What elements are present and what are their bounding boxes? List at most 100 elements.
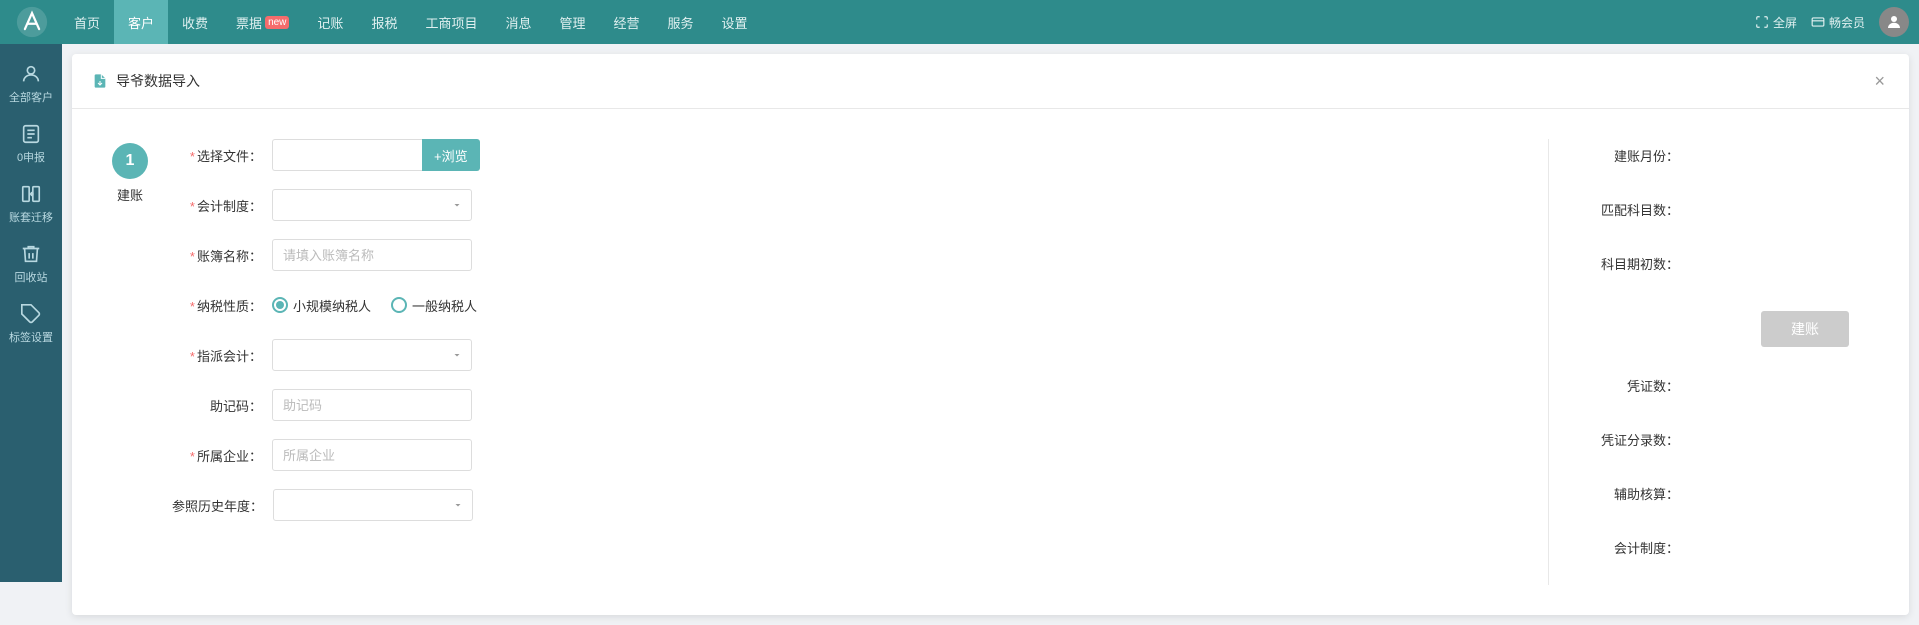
logo[interactable] (10, 0, 54, 44)
sidebar-label-all-clients: 全部客户 (9, 89, 53, 105)
ledger-name-input[interactable] (272, 239, 472, 271)
voucher-entries-label: 凭证分录数： (1589, 430, 1679, 449)
step-label: 建账 (117, 185, 143, 204)
sidebar-item-migrate[interactable]: 账套迁移 (0, 174, 62, 234)
sidebar-item-tags[interactable]: 标签设置 (0, 294, 62, 354)
match-subjects-label: 匹配科目数： (1589, 200, 1679, 219)
nav-right: 全屏 畅会员 (1755, 7, 1909, 37)
radio-small-scale[interactable]: 小规模纳税人 (272, 296, 371, 315)
nav-fees[interactable]: 收费 (168, 0, 222, 44)
accounting-system-info-row: 会计制度： (1589, 531, 1869, 563)
sidebar-label-trash: 回收站 (15, 269, 48, 285)
sidebar-item-zero-declaration[interactable]: 0申报 (0, 114, 62, 174)
dialog-title: 导爷数据导入 (92, 71, 200, 91)
build-month-label: 建账月份： (1589, 146, 1679, 165)
nav-operations[interactable]: 经营 (600, 0, 654, 44)
file-input-group: +浏览 (272, 139, 480, 171)
memo-code-row: 助记码： (172, 389, 1508, 421)
file-text-input[interactable] (272, 139, 422, 171)
info-section: 建账月份： 匹配科目数： 科目期初数： 建账 凭证数： (1589, 139, 1869, 585)
radio-general[interactable]: 一般纳税人 (391, 296, 477, 315)
dialog-title-text: 导爷数据导入 (116, 71, 200, 91)
nav-tax[interactable]: 报税 (357, 0, 411, 44)
accounting-system-info-label: 会计制度： (1589, 538, 1679, 557)
dialog-body: 1 建账 *选择文件： +浏览 (72, 109, 1909, 615)
required-star-ledger: * (190, 249, 195, 264)
tax-nature-row: *纳税性质： 小规模纳税人 一般纳税人 (172, 289, 1508, 321)
browse-button[interactable]: +浏览 (422, 139, 480, 171)
tax-nature-label: *纳税性质： (172, 296, 262, 315)
member-label: 畅会员 (1829, 14, 1865, 31)
subject-initial-row: 科目期初数： (1589, 247, 1869, 279)
section-divider (1548, 139, 1549, 585)
voucher-count-label: 凭证数： (1589, 376, 1679, 395)
accounting-system-label: *会计制度： (172, 196, 262, 215)
subject-initial-label: 科目期初数： (1589, 254, 1679, 273)
assign-accountant-select[interactable] (272, 339, 472, 371)
dialog-panel: 导爷数据导入 × 1 建账 *选择文件： (72, 54, 1909, 615)
tax-nature-radio-group: 小规模纳税人 一般纳税人 (272, 289, 477, 321)
memo-code-input[interactable] (272, 389, 472, 421)
required-star-company: * (190, 449, 195, 464)
import-icon (92, 73, 108, 89)
accounting-system-select[interactable] (272, 189, 472, 221)
nav-business-projects[interactable]: 工商项目 (411, 0, 491, 44)
radio-label-general: 一般纳税人 (412, 296, 477, 315)
nav-clients[interactable]: 客户 (114, 0, 168, 44)
nav-messages[interactable]: 消息 (491, 0, 545, 44)
required-star-file: * (190, 149, 195, 164)
user-avatar[interactable] (1879, 7, 1909, 37)
nav-items: 首页 客户 收费 票据 new 记账 报税 工商项目 消息 管理 经营 服务 设… (60, 0, 1755, 44)
new-badge: new (265, 16, 289, 29)
reference-year-select[interactable] (273, 489, 473, 521)
required-star-tax: * (190, 299, 195, 314)
build-account-button[interactable]: 建账 (1761, 311, 1849, 347)
accounting-system-row: *会计制度： (172, 189, 1508, 221)
reference-year-row: 参照历史年度： (172, 489, 1508, 521)
build-month-row: 建账月份： (1589, 139, 1869, 171)
nav-invoices[interactable]: 票据 new (222, 0, 303, 44)
aux-accounting-label: 辅助核算： (1589, 484, 1679, 503)
dialog-header: 导爷数据导入 × (72, 54, 1909, 109)
match-subjects-row: 匹配科目数： (1589, 193, 1869, 225)
nav-settings[interactable]: 设置 (708, 0, 762, 44)
sidebar-item-trash[interactable]: 回收站 (0, 234, 62, 294)
nav-manage[interactable]: 管理 (545, 0, 599, 44)
top-navigation: 首页 客户 收费 票据 new 记账 报税 工商项目 消息 管理 经营 服务 设… (0, 0, 1919, 44)
form-section: 1 建账 *选择文件： +浏览 (112, 139, 1508, 585)
fullscreen-label: 全屏 (1773, 14, 1797, 31)
fullscreen-button[interactable]: 全屏 (1755, 14, 1797, 31)
step-indicator: 1 建账 (112, 139, 148, 585)
sidebar-label-migrate: 账套迁移 (9, 209, 53, 225)
memo-code-label: 助记码： (172, 396, 262, 415)
affiliated-company-input[interactable] (272, 439, 472, 471)
required-star-accounting: * (190, 199, 195, 214)
step-badge: 1 (112, 143, 148, 179)
reference-year-label: 参照历史年度： (172, 496, 263, 515)
ledger-name-label: *账簿名称： (172, 246, 262, 265)
ledger-name-row: *账簿名称： (172, 239, 1508, 271)
nav-home[interactable]: 首页 (60, 0, 114, 44)
member-button[interactable]: 畅会员 (1811, 14, 1865, 31)
sidebar-item-all-clients[interactable]: 全部客户 (0, 54, 62, 114)
affiliated-company-label: *所属企业： (172, 446, 262, 465)
sidebar-label-zero-declaration: 0申报 (17, 149, 45, 165)
radio-label-small-scale: 小规模纳税人 (293, 296, 371, 315)
radio-circle-general (391, 297, 407, 313)
voucher-count-row: 凭证数： (1589, 369, 1869, 401)
form-fields: *选择文件： +浏览 *会计制度： (172, 139, 1508, 585)
main-content: 导爷数据导入 × 1 建账 *选择文件： (62, 44, 1919, 625)
file-label: *选择文件： (172, 146, 262, 165)
file-select-row: *选择文件： +浏览 (172, 139, 1508, 171)
assign-accountant-label: *指派会计： (172, 346, 262, 365)
sidebar-label-tags: 标签设置 (9, 329, 53, 345)
required-star-accountant: * (190, 349, 195, 364)
radio-circle-small-scale (272, 297, 288, 313)
affiliated-company-row: *所属企业： (172, 439, 1508, 471)
nav-service[interactable]: 服务 (654, 0, 708, 44)
voucher-entries-row: 凭证分录数： (1589, 423, 1869, 455)
aux-accounting-row: 辅助核算： (1589, 477, 1869, 509)
sidebar: 全部客户 0申报 账套迁移 回收站 标签设置 (0, 44, 62, 582)
close-button[interactable]: × (1870, 68, 1889, 94)
nav-bookkeeping[interactable]: 记账 (303, 0, 357, 44)
